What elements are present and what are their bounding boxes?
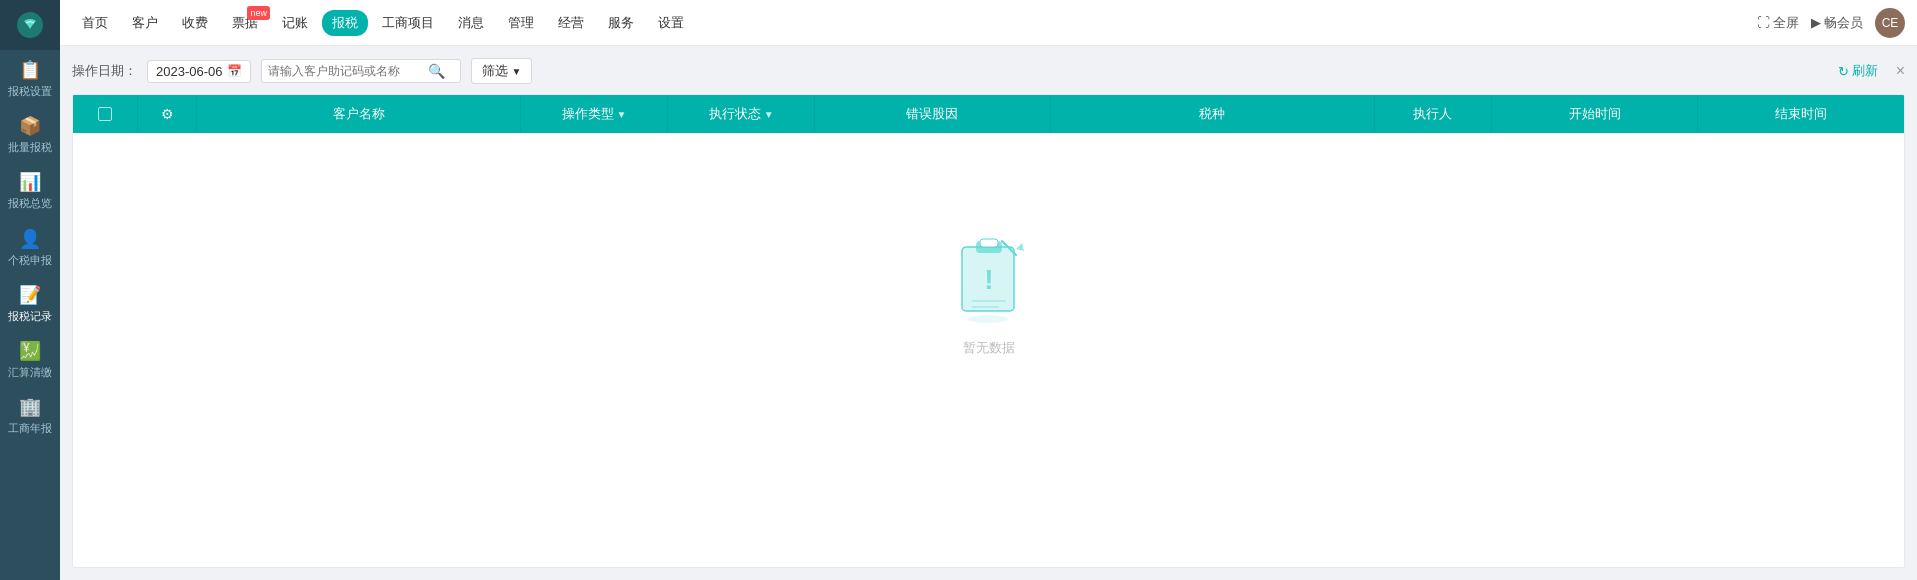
- sidebar-item-annual-report[interactable]: 🏢 工商年报: [4, 387, 56, 443]
- sidebar-label-tax-records: 报税记录: [8, 310, 52, 323]
- topnav-right: ⛶ 全屏 ▶ 畅会员 CE: [1757, 8, 1905, 38]
- sidebar-icon-annual-report: 🏢: [18, 395, 42, 419]
- empty-state: ! 暂无数据: [73, 133, 1904, 453]
- th-client-name: 客户名称: [197, 95, 521, 133]
- data-table-container: ⚙ 客户名称 操作类型 ▼ 执行状态 ▼: [72, 94, 1905, 568]
- nav-items: 首页客户收费票据new记账报税工商项目消息管理经营服务设置: [72, 10, 1757, 36]
- sort-icon-op-type: ▼: [617, 109, 627, 120]
- date-label: 操作日期：: [72, 62, 137, 80]
- nav-item-account[interactable]: 记账: [272, 10, 318, 36]
- sidebar-icon-batch-tax: 📦: [18, 114, 42, 138]
- nav-item-settings[interactable]: 设置: [648, 10, 694, 36]
- date-picker[interactable]: 2023-06-06 📅: [147, 60, 251, 83]
- th-op-type[interactable]: 操作类型 ▼: [520, 95, 667, 133]
- nav-item-client[interactable]: 客户: [122, 10, 168, 36]
- sidebar-label-tax-summary: 报税总览: [8, 197, 52, 210]
- member-icon: ▶: [1811, 15, 1821, 30]
- sidebar-item-calculation[interactable]: 💹 汇算清缴: [4, 331, 56, 387]
- th-exec-status-label: 执行状态: [709, 105, 761, 123]
- th-checkbox: [73, 95, 138, 133]
- filter-button[interactable]: 筛选 ▼: [471, 58, 533, 84]
- nav-badge-invoice: new: [247, 6, 270, 20]
- nav-item-invoice[interactable]: 票据new: [222, 10, 268, 36]
- filter-label: 筛选: [482, 62, 508, 80]
- top-navigation: 首页客户收费票据new记账报税工商项目消息管理经营服务设置 ⛶ 全屏 ▶ 畅会员…: [60, 0, 1917, 46]
- refresh-label: 刷新: [1852, 62, 1878, 80]
- sidebar-item-tax-summary[interactable]: 📊 报税总览: [4, 162, 56, 218]
- th-end-time: 结束时间: [1698, 95, 1904, 133]
- th-tax-type: 税种: [1050, 95, 1374, 133]
- empty-text: 暂无数据: [963, 339, 1015, 357]
- content-area: 操作日期： 2023-06-06 📅 🔍 筛选 ▼ ↻ 刷新 ×: [60, 46, 1917, 580]
- refresh-button[interactable]: ↻ 刷新: [1838, 62, 1878, 80]
- sidebar-icon-calculation: 💹: [18, 339, 42, 363]
- sidebar-icon-tax-records: 📝: [18, 283, 42, 307]
- th-start-time: 开始时间: [1492, 95, 1698, 133]
- search-box[interactable]: 🔍: [261, 59, 461, 83]
- fullscreen-button[interactable]: ⛶ 全屏: [1757, 14, 1799, 32]
- table-header-row: ⚙ 客户名称 操作类型 ▼ 执行状态 ▼: [73, 95, 1904, 133]
- nav-item-business[interactable]: 工商项目: [372, 10, 444, 36]
- sidebar-item-tax-records[interactable]: 📝 报税记录: [4, 275, 56, 331]
- sidebar-label-personal-tax: 个税申报: [8, 254, 52, 267]
- svg-rect-4: [980, 239, 998, 247]
- nav-item-operation[interactable]: 经营: [548, 10, 594, 36]
- toolbar: 操作日期： 2023-06-06 📅 🔍 筛选 ▼ ↻ 刷新 ×: [72, 58, 1905, 84]
- search-input[interactable]: [268, 64, 428, 78]
- close-button[interactable]: ×: [1896, 62, 1905, 80]
- calendar-icon: 📅: [227, 64, 242, 78]
- fullscreen-label: 全屏: [1773, 14, 1799, 32]
- user-avatar[interactable]: CE: [1875, 8, 1905, 38]
- th-error-reason: 错误股因: [815, 95, 1050, 133]
- member-label: 畅会员: [1824, 14, 1863, 32]
- data-table: ⚙ 客户名称 操作类型 ▼ 执行状态 ▼: [73, 95, 1904, 133]
- th-settings: ⚙: [138, 95, 197, 133]
- nav-item-fee[interactable]: 收费: [172, 10, 218, 36]
- sidebar-item-tax-settings[interactable]: 📋 报税设置: [4, 50, 56, 106]
- nav-item-home[interactable]: 首页: [72, 10, 118, 36]
- sidebar-label-calculation: 汇算清缴: [8, 366, 52, 379]
- sidebar-icon-tax-summary: 📊: [18, 170, 42, 194]
- sort-icon-status: ▼: [764, 109, 774, 120]
- refresh-icon: ↻: [1838, 64, 1849, 79]
- column-settings-icon[interactable]: ⚙: [161, 106, 174, 122]
- chevron-down-icon: ▼: [512, 66, 522, 77]
- sidebar-icon-tax-settings: 📋: [18, 58, 42, 82]
- sidebar-item-personal-tax[interactable]: 👤 个税申报: [4, 219, 56, 275]
- main-area: 首页客户收费票据new记账报税工商项目消息管理经营服务设置 ⛶ 全屏 ▶ 畅会员…: [60, 0, 1917, 580]
- svg-point-10: [968, 315, 1008, 323]
- date-value: 2023-06-06: [156, 64, 223, 79]
- sidebar-label-tax-settings: 报税设置: [8, 85, 52, 98]
- sidebar-item-batch-tax[interactable]: 📦 批量报税: [4, 106, 56, 162]
- svg-text:!: !: [984, 264, 993, 295]
- nav-item-manage[interactable]: 管理: [498, 10, 544, 36]
- sidebar: 📋 报税设置 📦 批量报税 📊 报税总览 👤 个税申报 📝 报税记录 💹 汇算清缴 🏢 工商年报: [0, 0, 60, 580]
- svg-marker-9: [1016, 243, 1024, 251]
- app-logo[interactable]: [0, 0, 60, 50]
- nav-item-message[interactable]: 消息: [448, 10, 494, 36]
- empty-state-icon: !: [944, 229, 1034, 329]
- th-executor: 执行人: [1374, 95, 1492, 133]
- fullscreen-icon: ⛶: [1757, 15, 1770, 30]
- sidebar-icon-personal-tax: 👤: [18, 227, 42, 251]
- nav-item-tax[interactable]: 报税: [322, 10, 368, 36]
- search-icon: 🔍: [428, 63, 445, 79]
- sidebar-label-batch-tax: 批量报税: [8, 141, 52, 154]
- th-exec-status[interactable]: 执行状态 ▼: [668, 95, 815, 133]
- member-button[interactable]: ▶ 畅会员: [1811, 14, 1863, 32]
- nav-item-service[interactable]: 服务: [598, 10, 644, 36]
- select-all-checkbox[interactable]: [98, 107, 112, 121]
- sidebar-label-annual-report: 工商年报: [8, 422, 52, 435]
- th-op-type-label: 操作类型: [562, 105, 614, 123]
